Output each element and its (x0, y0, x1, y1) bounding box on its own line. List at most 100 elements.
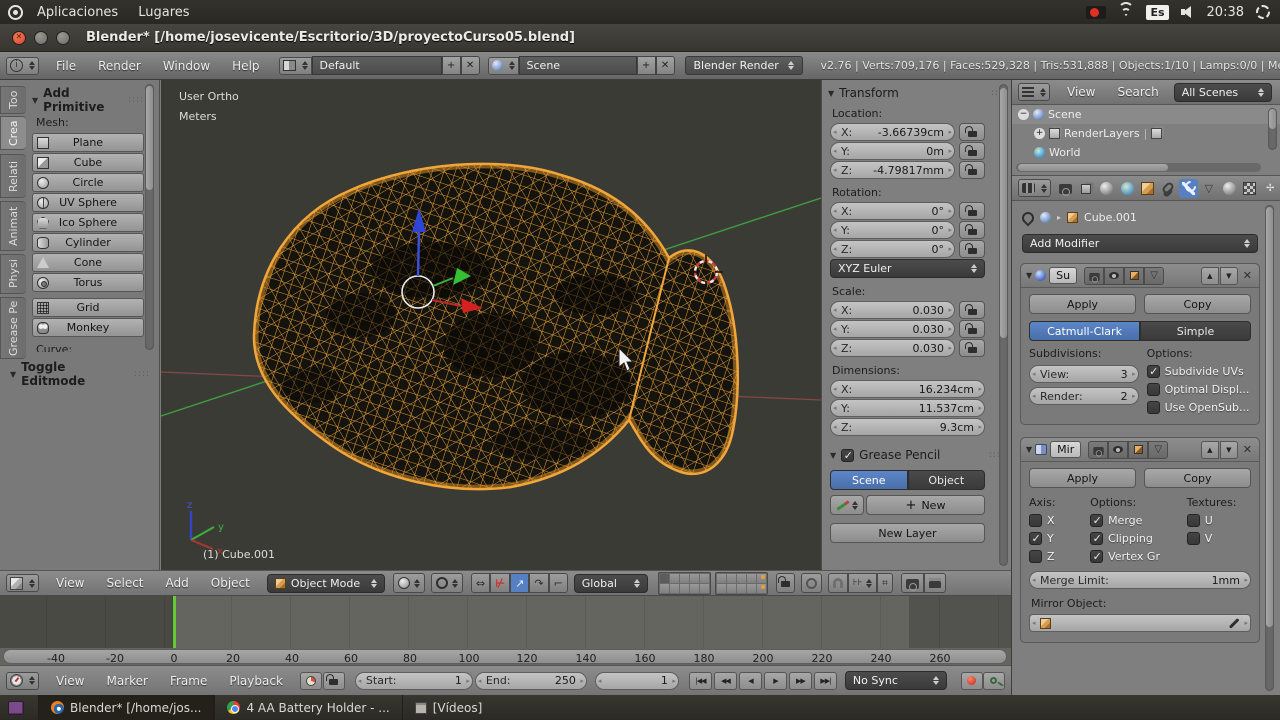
window-close-button[interactable] (12, 30, 26, 45)
mirror-axis-x-checkbox[interactable] (1029, 514, 1042, 527)
taskbar-item-videos[interactable]: [Vídeos] (403, 695, 495, 720)
timeline-frame-menu[interactable]: Frame (159, 674, 218, 688)
collapse-triangle-icon[interactable]: ▼ (1026, 445, 1032, 454)
places-menu[interactable]: Lugares (128, 5, 199, 20)
modifier-cage-toggle[interactable]: ▽ (1148, 440, 1169, 459)
shelf-scrollbar[interactable] (145, 84, 154, 350)
expand-plus-icon[interactable]: + (1034, 128, 1045, 139)
applications-menu[interactable]: Aplicaciones (27, 5, 128, 20)
outliner-filter-select[interactable]: All Scenes (1173, 82, 1272, 102)
modifier-viewport-toggle[interactable] (1108, 440, 1129, 459)
grease-pencil-checkbox[interactable] (841, 448, 855, 462)
rotation-x-field[interactable]: X:0° (830, 202, 955, 220)
timeline-ruler-bar[interactable]: -40 -20 0 20 40 60 80 100 120 140 160 18… (3, 649, 1007, 665)
add-plane-button[interactable]: Plane (32, 133, 144, 152)
viewport-shading-select[interactable] (392, 573, 425, 593)
lock-to-scene-button[interactable] (775, 573, 795, 593)
shelf-tab-tools[interactable]: Too (0, 86, 26, 114)
modifier-cage-toggle[interactable]: ▽ (1144, 266, 1165, 285)
next-keyframe-button[interactable]: ▶▶ (788, 671, 812, 690)
subsurf-view-field[interactable]: View:3 (1029, 365, 1139, 383)
tab-texture[interactable] (1240, 179, 1259, 198)
mirror-copy-button[interactable]: Copy (1144, 468, 1251, 488)
modifier-render-toggle[interactable] (1088, 440, 1109, 459)
subdivide-uvs-checkbox[interactable] (1146, 365, 1160, 378)
dimension-y-field[interactable]: Y:11.537cm (830, 399, 985, 417)
layers-group-1[interactable] (657, 571, 711, 595)
proportional-edit-button[interactable] (800, 573, 822, 593)
mirror-name-field[interactable]: Mir (1050, 441, 1082, 458)
shelf-tab-create[interactable]: Crea (0, 116, 26, 150)
ubuntu-logo-icon[interactable] (8, 4, 23, 20)
tab-modifiers[interactable] (1178, 178, 1199, 198)
playback-range-button[interactable] (299, 671, 322, 690)
play-button[interactable]: ▶ (763, 671, 787, 690)
menu-help[interactable]: Help (221, 59, 270, 73)
clipping-checkbox[interactable] (1090, 532, 1104, 545)
auto-keyframe-button[interactable] (960, 671, 983, 690)
renderlayer-badge-icon[interactable] (1151, 128, 1163, 139)
modifier-editmode-toggle[interactable] (1128, 440, 1149, 459)
layout-name-field[interactable]: Default (311, 56, 442, 75)
jump-to-end-button[interactable]: ▶▶| (813, 671, 837, 690)
dimension-z-field[interactable]: Z:9.3cm (830, 418, 985, 436)
render-opengl-button[interactable] (900, 573, 924, 593)
properties-scrollbar[interactable] (1265, 205, 1274, 691)
subsurf-copy-button[interactable]: Copy (1144, 294, 1251, 314)
gizmo-z-arrow[interactable] (416, 229, 421, 277)
sync-mode-select[interactable]: No Sync (844, 671, 947, 690)
vertex-groups-checkbox[interactable] (1090, 550, 1104, 563)
add-primitive-panel-header[interactable]: ▼ Add Primitive :::: (32, 86, 144, 114)
shelf-tab-relations[interactable]: Relati (0, 154, 26, 198)
scene-add-button[interactable]: + (636, 56, 656, 75)
collapse-triangle-icon[interactable]: ▼ (1026, 271, 1032, 280)
grease-pencil-panel-header[interactable]: ▼ Grease Pencil :::: (830, 448, 1005, 462)
rotation-x-lock-button[interactable] (959, 202, 985, 220)
add-cone-button[interactable]: Cone (32, 253, 144, 272)
add-cylinder-button[interactable]: Cylinder (32, 233, 144, 252)
tab-scene[interactable] (1097, 179, 1116, 198)
location-x-field[interactable]: X:-3.66739cm (830, 123, 955, 141)
scene-browse-button[interactable] (487, 56, 519, 75)
scale-x-lock-button[interactable] (959, 301, 985, 319)
modifier-move-down-button[interactable]: ▼ (1219, 266, 1238, 285)
layout-delete-button[interactable]: ✕ (460, 56, 480, 75)
manipulator-toggle-button[interactable]: ⇔ (470, 573, 491, 593)
tab-render-layers[interactable] (1076, 179, 1095, 198)
breadcrumb-object-icon[interactable] (1067, 212, 1079, 223)
add-ico-sphere-button[interactable]: Ico Sphere (32, 213, 144, 232)
outliner-item-world[interactable]: World (1012, 143, 1280, 162)
use-opensubdiv-checkbox[interactable] (1146, 401, 1160, 414)
rotation-mode-select[interactable]: XYZ Euler (830, 259, 985, 278)
scale-x-field[interactable]: X:0.030 (830, 301, 955, 319)
simple-button[interactable]: Simple (1140, 321, 1251, 341)
catmull-clark-button[interactable]: Catmull-Clark (1029, 321, 1140, 341)
volume-icon[interactable] (1180, 6, 1195, 18)
outliner-item-scene[interactable]: − Scene (1012, 105, 1280, 124)
timeline-view-menu[interactable]: View (45, 674, 95, 688)
snap-element-button[interactable]: ⊦⊦ (847, 573, 878, 593)
jump-to-start-button[interactable]: |◀◀ (688, 671, 712, 690)
add-cube-button[interactable]: Cube (32, 153, 144, 172)
add-menu[interactable]: Add (155, 576, 200, 590)
location-z-lock-button[interactable] (959, 161, 985, 179)
keyboard-layout-indicator[interactable]: Es (1146, 4, 1169, 20)
breadcrumb-scene-icon[interactable] (1040, 212, 1051, 223)
tab-render[interactable] (1056, 179, 1075, 198)
pivot-point-select[interactable] (430, 573, 463, 593)
panel-drag-dots-icon[interactable]: :::: (134, 369, 150, 379)
rotate-manipulator-button[interactable]: ↷ (529, 573, 549, 593)
layout-browse-button[interactable] (278, 56, 312, 75)
mirror-axis-z-checkbox[interactable] (1029, 550, 1042, 563)
modifier-move-up-button[interactable]: ▲ (1200, 440, 1219, 459)
dimension-x-field[interactable]: X:16.234cm (830, 380, 985, 398)
modifier-editmode-toggle[interactable] (1124, 266, 1145, 285)
add-monkey-button[interactable]: Monkey (32, 318, 144, 337)
wifi-icon[interactable] (1118, 1, 1135, 18)
rotation-y-field[interactable]: Y:0° (830, 221, 955, 239)
scene-delete-button[interactable]: ✕ (655, 56, 675, 75)
timeline-playhead[interactable] (173, 596, 176, 648)
panel-drag-dots-icon[interactable]: :::: (128, 95, 144, 105)
gp-new-button[interactable]: + New (866, 495, 985, 515)
texture-v-checkbox[interactable] (1186, 532, 1200, 545)
